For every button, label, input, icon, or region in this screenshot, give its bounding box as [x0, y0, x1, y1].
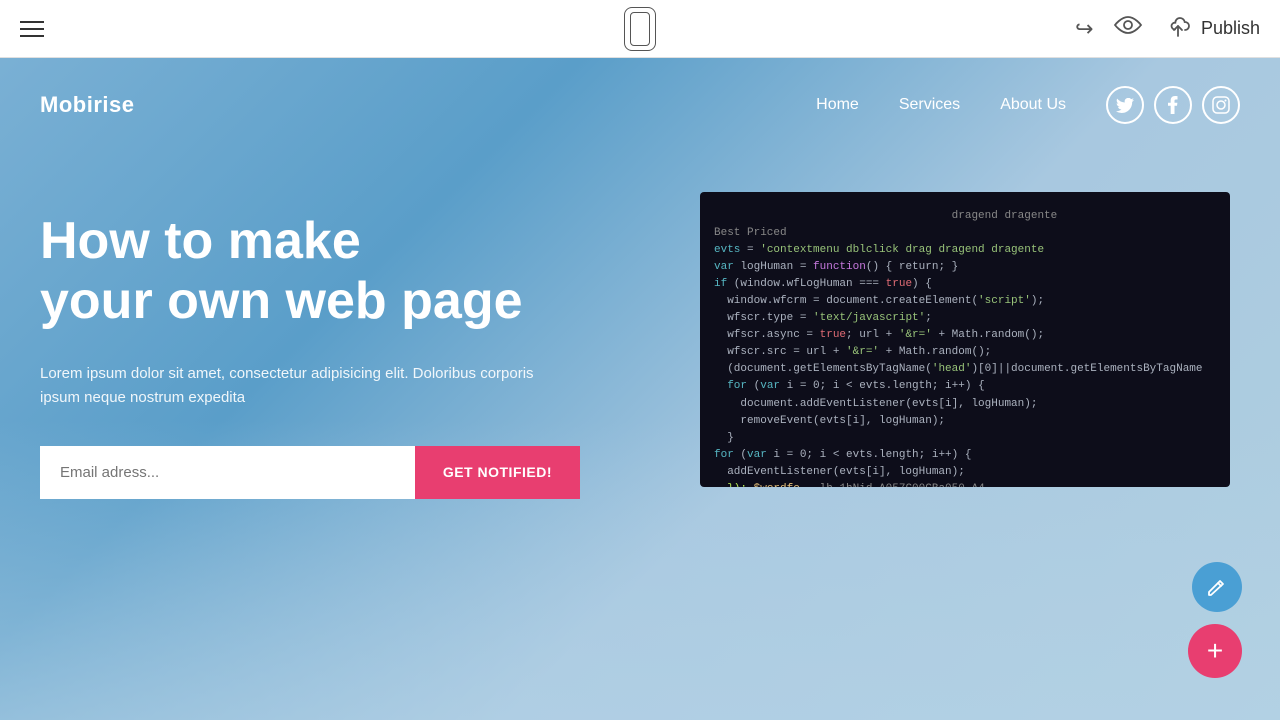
nav-about[interactable]: About Us — [1000, 96, 1066, 114]
phone-screen-icon — [630, 12, 650, 46]
edit-fab-button[interactable] — [1192, 562, 1242, 612]
hero-subtitle: Lorem ipsum dolor sit amet, consectetur … — [40, 362, 560, 410]
hamburger-menu-button[interactable] — [20, 21, 44, 37]
nav-home[interactable]: Home — [816, 96, 859, 114]
eye-icon[interactable] — [1113, 14, 1143, 43]
email-form: GET NOTIFIED! — [40, 446, 580, 499]
nav-services[interactable]: Services — [899, 96, 960, 114]
toolbar: ↩ Publish — [0, 0, 1280, 58]
twitter-icon[interactable] — [1106, 86, 1144, 124]
site-navigation: Mobirise Home Services About Us — [0, 58, 1280, 152]
code-image-panel: dragend dragente Best Priced evts = 'con… — [700, 192, 1230, 487]
facebook-icon[interactable] — [1154, 86, 1192, 124]
hero-text-block: How to make your own web page Lorem ipsu… — [40, 212, 660, 499]
toolbar-center — [624, 7, 656, 51]
hero-content: How to make your own web page Lorem ipsu… — [0, 152, 1280, 499]
notify-button[interactable]: GET NOTIFIED! — [415, 446, 580, 499]
social-icons-group — [1106, 86, 1240, 124]
cloud-upload-icon — [1163, 14, 1193, 44]
toolbar-left — [20, 21, 44, 37]
email-input[interactable] — [40, 446, 415, 499]
publish-label: Publish — [1201, 18, 1260, 39]
preview-area: Mobirise Home Services About Us — [0, 58, 1280, 720]
hero-title: How to make your own web page — [40, 212, 660, 332]
site-logo: Mobirise — [40, 92, 134, 118]
add-fab-button[interactable]: + — [1188, 624, 1242, 678]
undo-button[interactable]: ↩ — [1075, 16, 1093, 42]
instagram-icon[interactable] — [1202, 86, 1240, 124]
site-nav-right: Home Services About Us — [816, 86, 1240, 124]
code-block: dragend dragente Best Priced evts = 'con… — [700, 192, 1230, 487]
plus-icon: + — [1207, 637, 1223, 665]
mobile-view-button[interactable] — [624, 7, 656, 51]
publish-button[interactable]: Publish — [1163, 14, 1260, 44]
toolbar-right: ↩ Publish — [1075, 14, 1260, 44]
